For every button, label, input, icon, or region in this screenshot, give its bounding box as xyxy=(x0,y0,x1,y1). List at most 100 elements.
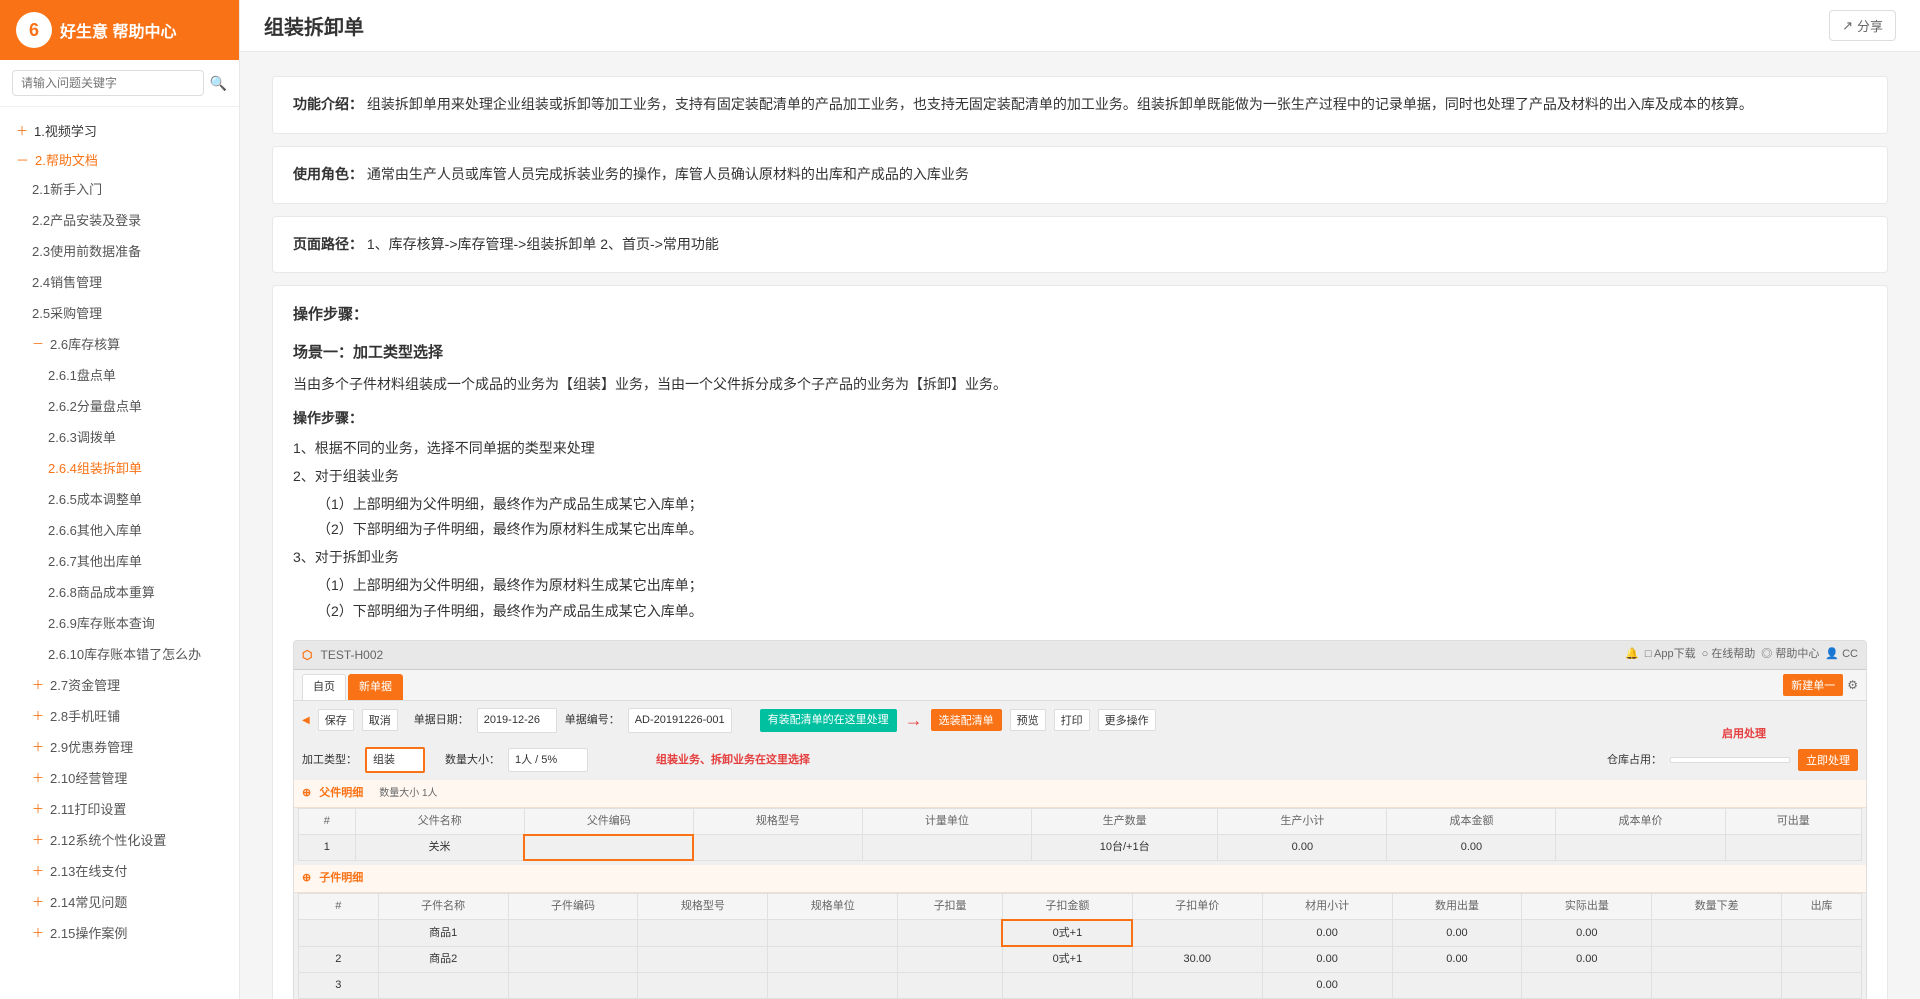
ss-icon-help: ○ 在线帮助 xyxy=(1702,645,1756,664)
step3-2: （2）下部明细为子件明细，最终作为产成品生成某它入库单。 xyxy=(293,600,1867,624)
path-card: 页面路径： 1、库存核算->库存管理->组装拆卸单 2、首页->常用功能 xyxy=(272,216,1888,274)
ss-th-available: 可出量 xyxy=(1725,808,1861,834)
sidebar-item-2-12[interactable]: ＋ 2.12系统个性化设置 xyxy=(0,824,239,855)
sidebar-item-2-9[interactable]: ＋ 2.9优惠券管理 xyxy=(0,731,239,762)
ss-btn-cancel[interactable]: 取消 xyxy=(362,709,398,731)
ss-icon-settings: ⚙ xyxy=(1847,675,1858,695)
sidebar-item-2-1[interactable]: 2.1新手入门 xyxy=(0,173,239,204)
ss-th-unit: 计量单位 xyxy=(862,808,1031,834)
ss-tab-new[interactable]: 新单据 xyxy=(348,674,403,700)
ss-btn-print[interactable]: 打印 xyxy=(1054,709,1090,731)
ss-annotation1: 有装配清单的在这里处理 xyxy=(760,709,897,732)
ss-btn-extra[interactable]: 预览 xyxy=(1010,709,1046,731)
ss-annotation2: 组装业务、拆卸业务在这里选择 xyxy=(656,751,810,770)
steps-list: 1、根据不同的业务，选择不同单据的类型来处理 2、对于组装业务 （1）上部明细为… xyxy=(293,437,1867,624)
search-input[interactable] xyxy=(12,70,204,96)
sidebar-item-2-6-8[interactable]: 2.6.8商品成本重算 xyxy=(0,576,239,607)
share-button[interactable]: ↗ 分享 xyxy=(1829,10,1896,41)
sidebar: 6 好生意 帮助中心 🔍 ＋ 1.视频学习 － 2.帮助文档 2.1新手入门 2… xyxy=(0,0,240,999)
sidebar-item-2-8[interactable]: ＋ 2.8手机旺铺 xyxy=(0,700,239,731)
main-content: 组装拆卸单 ↗ 分享 功能介绍： 组装拆卸单用来处理企业组装或拆卸等加工业务，支… xyxy=(240,0,1920,999)
role-card: 使用角色： 通常由生产人员或库管人员完成拆装业务的操作，库管人员确认原材料的出库… xyxy=(272,146,1888,204)
ss-parent-table-container: # 父件名称 父件编码 规格型号 计量单位 生产数量 生产小计 成本金额 成本单… xyxy=(294,808,1866,861)
sidebar-item-1[interactable]: ＋ 1.视频学习 xyxy=(0,115,239,146)
ss-child-section: ⊕ 子件明细 xyxy=(294,865,1866,893)
nav-tree: ＋ 1.视频学习 － 2.帮助文档 2.1新手入门 2.2产品安装及登录 2.3… xyxy=(0,107,239,999)
screenshot-container: ⬡ TEST-H002 🔔 □ App下载 ○ 在线帮助 ◎ 帮助中心 👤 CC… xyxy=(293,640,1867,999)
ss-th-produce-sub: 生产小计 xyxy=(1218,808,1387,834)
sidebar-item-2-14[interactable]: ＋ 2.14常见问题 xyxy=(0,886,239,917)
ss-child-table-container: # 子件名称 子件编码 规格型号 规格单位 子扣量 子扣金额 子扣单价 材用小计… xyxy=(294,893,1866,999)
sidebar-item-2-4[interactable]: 2.4销售管理 xyxy=(0,266,239,297)
ss-orderid-value: AD-20191226-001 xyxy=(628,708,732,733)
sidebar-item-2-6-6[interactable]: 2.6.6其他入库单 xyxy=(0,514,239,545)
table-row: 商品1 0式+1 0.00 0.00 0.00 xyxy=(299,920,1862,947)
ss-annotation3: 启用处理 xyxy=(1722,725,1766,744)
ss-tab-list[interactable]: 自页 xyxy=(302,674,346,700)
plus-icon: ＋ xyxy=(16,122,28,139)
ss-child-icon: ⊕ xyxy=(302,869,311,888)
ss-icon-user: 👤 CC xyxy=(1825,645,1858,664)
app-title: 好生意 帮助中心 xyxy=(60,18,176,42)
ss-th-produce-qty: 生产数量 xyxy=(1031,808,1217,834)
ss-btn-confirm[interactable]: 立即处理 xyxy=(1798,749,1858,771)
step2-1: （1）上部明细为父件明细，最终作为产成品生成某它入库单； xyxy=(293,493,1867,517)
scene1-label: 场景一：加工类型选择 xyxy=(293,340,1867,366)
sidebar-item-2-6[interactable]: － 2.6库存核算 xyxy=(0,328,239,359)
ss-form-row-2: 加工类型： 组装 数量大小： 1人 / 5% 组装业务、拆卸业务在这里选择 仓库… xyxy=(294,741,1866,781)
sidebar-item-2-3[interactable]: 2.3使用前数据准备 xyxy=(0,235,239,266)
ss-btn-save[interactable]: 保存 xyxy=(318,709,354,731)
ss-date-value: 2019-12-26 xyxy=(477,708,557,733)
sidebar-item-2-6-4[interactable]: 2.6.4组装拆卸单 xyxy=(0,452,239,483)
ss-type-label: 加工类型： xyxy=(302,751,357,770)
ops-card: 操作步骤： 场景一：加工类型选择 当由多个子件材料组装成一个成品的业务为【组装】… xyxy=(272,285,1888,999)
sidebar-item-2-6-10[interactable]: 2.6.10库存账本错了怎么办 xyxy=(0,638,239,669)
intro-text: 组装拆卸单用来处理企业组装或拆卸等加工业务，支持有固定装配清单的产品加工业务，也… xyxy=(367,96,1753,112)
ss-parent-icon: ⊕ xyxy=(302,784,311,803)
sidebar-item-2-11[interactable]: ＋ 2.11打印设置 xyxy=(0,793,239,824)
ss-parent-section: ⊕ 父件明细 数量大小 1人 xyxy=(294,780,1866,808)
minus-icon: － xyxy=(16,150,29,169)
sidebar-item-2-6-1[interactable]: 2.6.1盘点单 xyxy=(0,359,239,390)
content-area: 功能介绍： 组装拆卸单用来处理企业组装或拆卸等加工业务，支持有固定装配清单的产品… xyxy=(240,52,1920,999)
intro-card: 功能介绍： 组装拆卸单用来处理企业组装或拆卸等加工业务，支持有固定装配清单的产品… xyxy=(272,76,1888,134)
path-label: 页面路径： xyxy=(293,236,363,252)
minus-icon-2-6: － xyxy=(32,335,44,352)
ops-label: 操作步骤： xyxy=(293,302,1867,328)
ss-child-table: # 子件名称 子件编码 规格型号 规格单位 子扣量 子扣金额 子扣单价 材用小计… xyxy=(298,893,1862,999)
ss-arrow1: → xyxy=(905,705,923,736)
search-box: 🔍 xyxy=(0,60,239,107)
sidebar-item-2-2[interactable]: 2.2产品安装及登录 xyxy=(0,204,239,235)
ss-warehouse-label: 仓库占用： xyxy=(1607,751,1662,770)
role-label: 使用角色： xyxy=(293,166,363,182)
sidebar-item-2-7[interactable]: ＋ 2.7资金管理 xyxy=(0,669,239,700)
sidebar-item-2-15[interactable]: ＋ 2.15操作案例 xyxy=(0,917,239,948)
ss-icon-cc: ◎ 帮助中心 xyxy=(1761,645,1819,664)
sidebar-item-2-6-2[interactable]: 2.6.2分量盘点单 xyxy=(0,390,239,421)
ss-icon-apps: □ App下载 xyxy=(1645,645,1696,664)
sidebar-item-2-6-5[interactable]: 2.6.5成本调整单 xyxy=(0,483,239,514)
ss-th-spec: 规格型号 xyxy=(693,808,862,834)
sidebar-item-2-5[interactable]: 2.5采购管理 xyxy=(0,297,239,328)
sidebar-item-2-6-3[interactable]: 2.6.3调拨单 xyxy=(0,421,239,452)
ss-th-parent-code: 父件编码 xyxy=(524,808,693,834)
step3-1: （1）上部明细为父件明细，最终作为原材料生成某它出库单； xyxy=(293,574,1867,598)
ss-btn-more[interactable]: 更多操作 xyxy=(1098,709,1156,731)
step3: 3、对于拆卸业务 xyxy=(293,546,1867,570)
table-row: 30.00 xyxy=(299,973,1862,999)
step1: 1、根据不同的业务，选择不同单据的类型来处理 xyxy=(293,437,1867,461)
ss-th-parent-name: 父件名称 xyxy=(355,808,524,834)
ss-btn-process[interactable]: 选装配清单 xyxy=(931,709,1002,731)
ss-app-icon: ⬡ xyxy=(302,645,312,665)
ss-btn-new-record[interactable]: 新建单一 xyxy=(1783,674,1843,696)
sidebar-item-2-13[interactable]: ＋ 2.13在线支付 xyxy=(0,855,239,886)
sidebar-item-2[interactable]: － 2.帮助文档 xyxy=(0,146,239,173)
ss-form-row-1: ◀ 保存 取消 单据日期： 2019-12-26 单据编号： AD-201912… xyxy=(294,701,1866,741)
sidebar-item-2-6-9[interactable]: 2.6.9库存账本查询 xyxy=(0,607,239,638)
intro-label: 功能介绍： xyxy=(293,96,363,112)
sidebar-item-2-6-7[interactable]: 2.6.7其他出库单 xyxy=(0,545,239,576)
ss-th-num: # xyxy=(299,808,356,834)
sidebar-item-2-10[interactable]: ＋ 2.10经营管理 xyxy=(0,762,239,793)
ss-icon-flag: 🔔 xyxy=(1625,645,1639,664)
search-button[interactable]: 🔍 xyxy=(210,75,227,92)
